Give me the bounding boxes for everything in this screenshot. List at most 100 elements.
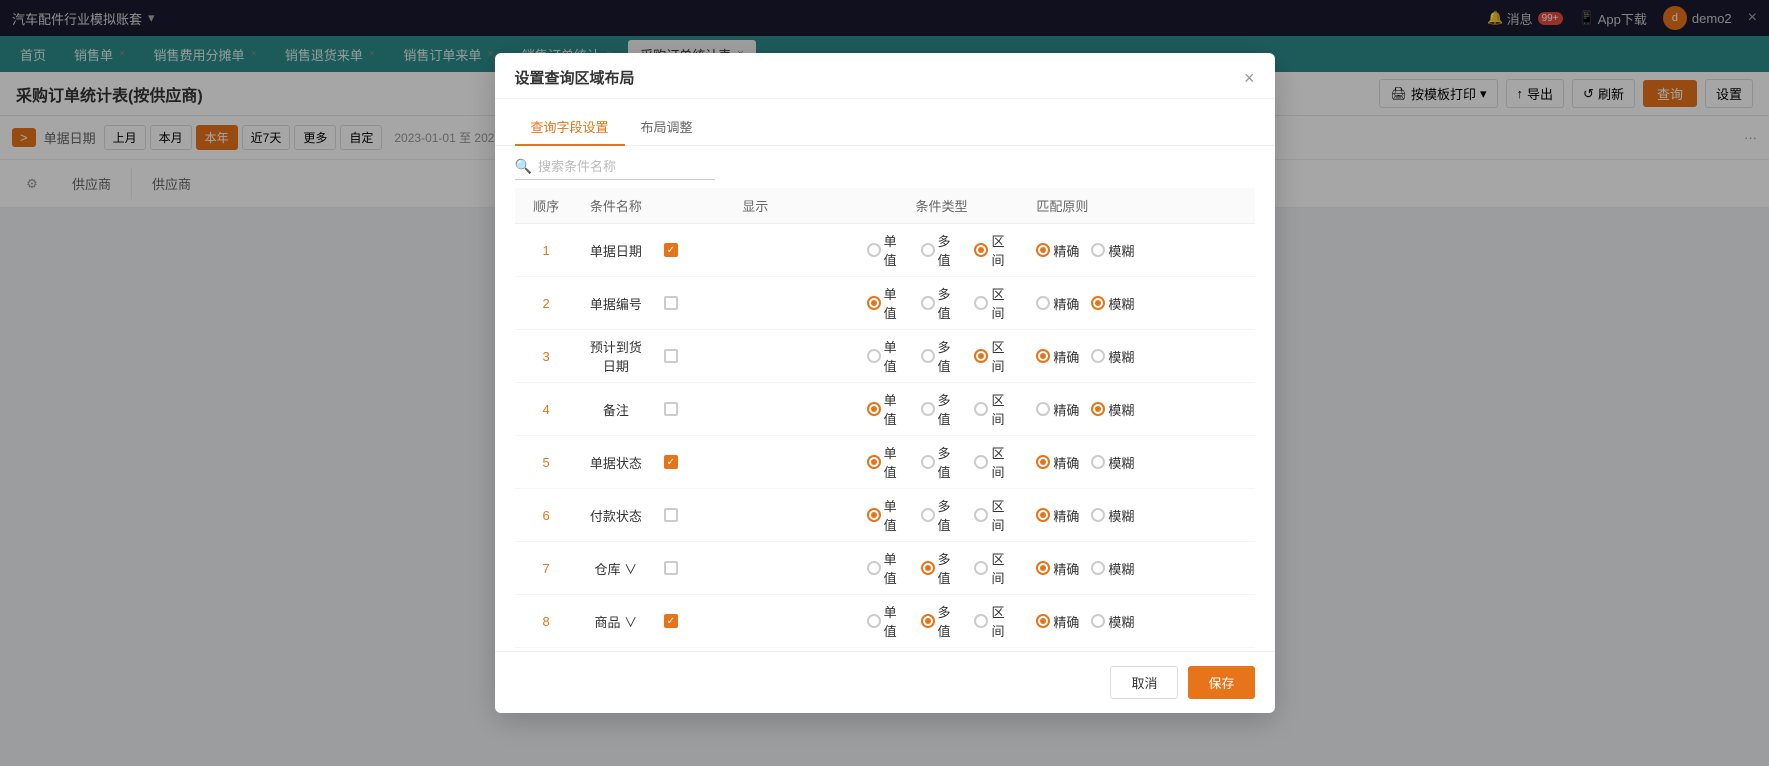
radio-circle bbox=[867, 243, 881, 257]
dialog-footer: 取消 保存 bbox=[495, 651, 1275, 713]
radio-match-0[interactable]: 精确 bbox=[1036, 294, 1079, 313]
radio-circle bbox=[1091, 561, 1105, 575]
row-show-checkbox[interactable]: ✓ bbox=[654, 595, 857, 648]
radio-type-2[interactable]: 区间 bbox=[974, 602, 1016, 640]
dialog-tab-fields[interactable]: 查询字段设置 bbox=[515, 109, 625, 146]
radio-match-0[interactable]: 精确 bbox=[1036, 559, 1079, 578]
radio-circle bbox=[1091, 243, 1105, 257]
row-show-checkbox[interactable] bbox=[654, 277, 857, 330]
row-type-radio[interactable]: 单值多值区间 bbox=[857, 595, 1027, 648]
col-show: 显示 bbox=[654, 188, 857, 224]
radio-type-0[interactable]: 单值 bbox=[867, 549, 909, 587]
radio-match-1[interactable]: 模糊 bbox=[1091, 559, 1134, 578]
row-match-radio[interactable]: 精确模糊 bbox=[1026, 224, 1254, 277]
radio-type-2[interactable]: 区间 bbox=[974, 390, 1016, 428]
radio-type-1[interactable]: 多值 bbox=[921, 390, 963, 428]
radio-match-0[interactable]: 精确 bbox=[1036, 612, 1079, 631]
radio-match-1[interactable]: 模糊 bbox=[1091, 241, 1134, 260]
row-match-radio[interactable]: 精确模糊 bbox=[1026, 330, 1254, 383]
radio-circle bbox=[921, 349, 935, 363]
radio-type-1[interactable]: 多值 bbox=[921, 496, 963, 534]
checkbox[interactable] bbox=[664, 508, 678, 522]
row-show-checkbox[interactable]: ✓ bbox=[654, 436, 857, 489]
row-show-checkbox[interactable] bbox=[654, 330, 857, 383]
radio-type-1[interactable]: 多值 bbox=[921, 337, 963, 375]
radio-circle bbox=[1091, 349, 1105, 363]
radio-type-2[interactable]: 区间 bbox=[974, 443, 1016, 481]
checkbox[interactable] bbox=[664, 561, 678, 575]
radio-type-1[interactable]: 多值 bbox=[921, 284, 963, 322]
row-condition-name: 商品 ∨ bbox=[578, 595, 654, 648]
radio-match-0[interactable]: 精确 bbox=[1036, 506, 1079, 525]
row-type-radio[interactable]: 单值多值区间 bbox=[857, 224, 1027, 277]
row-show-checkbox[interactable] bbox=[654, 383, 857, 436]
save-button[interactable]: 保存 bbox=[1188, 666, 1254, 699]
checkbox[interactable] bbox=[664, 402, 678, 416]
radio-circle bbox=[921, 508, 935, 522]
radio-circle bbox=[921, 455, 935, 469]
search-input[interactable] bbox=[538, 159, 698, 174]
radio-match-0[interactable]: 精确 bbox=[1036, 347, 1079, 366]
dialog-close-button[interactable]: × bbox=[1244, 69, 1255, 87]
row-match-radio[interactable]: 精确模糊 bbox=[1026, 595, 1254, 648]
radio-type-1[interactable]: 多值 bbox=[921, 549, 963, 587]
cancel-button[interactable]: 取消 bbox=[1110, 666, 1178, 699]
radio-type-1[interactable]: 多值 bbox=[921, 443, 963, 481]
radio-type-0[interactable]: 单值 bbox=[867, 231, 909, 269]
row-type-radio[interactable]: 单值多值区间 bbox=[857, 383, 1027, 436]
row-order: 3 bbox=[515, 330, 578, 383]
checkbox[interactable] bbox=[664, 349, 678, 363]
row-type-radio[interactable]: 单值多值区间 bbox=[857, 489, 1027, 542]
radio-match-0[interactable]: 精确 bbox=[1036, 400, 1079, 419]
radio-type-2[interactable]: 区间 bbox=[974, 231, 1016, 269]
row-match-radio[interactable]: 精确模糊 bbox=[1026, 542, 1254, 595]
radio-match-1[interactable]: 模糊 bbox=[1091, 612, 1134, 631]
radio-type-0[interactable]: 单值 bbox=[867, 390, 909, 428]
radio-circle bbox=[1091, 296, 1105, 310]
row-type-radio[interactable]: 单值多值区间 bbox=[857, 436, 1027, 489]
radio-circle bbox=[867, 455, 881, 469]
radio-circle bbox=[867, 402, 881, 416]
radio-match-1[interactable]: 模糊 bbox=[1091, 294, 1134, 313]
checkbox[interactable]: ✓ bbox=[664, 455, 678, 469]
checkbox[interactable]: ✓ bbox=[664, 614, 678, 628]
row-match-radio[interactable]: 精确模糊 bbox=[1026, 436, 1254, 489]
radio-type-2[interactable]: 区间 bbox=[974, 337, 1016, 375]
radio-circle bbox=[921, 561, 935, 575]
radio-type-0[interactable]: 单值 bbox=[867, 284, 909, 322]
row-show-checkbox[interactable] bbox=[654, 489, 857, 542]
radio-type-1[interactable]: 多值 bbox=[921, 602, 963, 640]
row-order: 2 bbox=[515, 277, 578, 330]
radio-match-1[interactable]: 模糊 bbox=[1091, 453, 1134, 472]
radio-type-1[interactable]: 多值 bbox=[921, 231, 963, 269]
checkbox[interactable]: ✓ bbox=[664, 243, 678, 257]
dialog-tab-layout[interactable]: 布局调整 bbox=[625, 109, 709, 146]
radio-type-2[interactable]: 区间 bbox=[974, 496, 1016, 534]
radio-match-1[interactable]: 模糊 bbox=[1091, 347, 1134, 366]
row-type-radio[interactable]: 单值多值区间 bbox=[857, 542, 1027, 595]
radio-match-0[interactable]: 精确 bbox=[1036, 453, 1079, 472]
row-match-radio[interactable]: 精确模糊 bbox=[1026, 277, 1254, 330]
radio-type-2[interactable]: 区间 bbox=[974, 284, 1016, 322]
radio-circle bbox=[921, 402, 935, 416]
radio-type-0[interactable]: 单值 bbox=[867, 496, 909, 534]
conditions-table: 顺序 条件名称 显示 条件类型 匹配原则 1单据日期✓单值多值区间精确模糊2单据… bbox=[515, 188, 1255, 651]
row-type-radio[interactable]: 单值多值区间 bbox=[857, 277, 1027, 330]
dialog-title: 设置查询区域布局 bbox=[515, 67, 635, 88]
row-show-checkbox[interactable]: ✓ bbox=[654, 224, 857, 277]
radio-circle bbox=[867, 508, 881, 522]
radio-type-2[interactable]: 区间 bbox=[974, 549, 1016, 587]
radio-type-0[interactable]: 单值 bbox=[867, 337, 909, 375]
row-match-radio[interactable]: 精确模糊 bbox=[1026, 383, 1254, 436]
col-match: 匹配原则 bbox=[1026, 188, 1254, 224]
row-match-radio[interactable]: 精确模糊 bbox=[1026, 489, 1254, 542]
radio-circle bbox=[867, 349, 881, 363]
row-type-radio[interactable]: 单值多值区间 bbox=[857, 330, 1027, 383]
radio-match-0[interactable]: 精确 bbox=[1036, 241, 1079, 260]
radio-match-1[interactable]: 模糊 bbox=[1091, 400, 1134, 419]
radio-match-1[interactable]: 模糊 bbox=[1091, 506, 1134, 525]
radio-type-0[interactable]: 单值 bbox=[867, 602, 909, 640]
row-show-checkbox[interactable] bbox=[654, 542, 857, 595]
radio-type-0[interactable]: 单值 bbox=[867, 443, 909, 481]
checkbox[interactable] bbox=[664, 296, 678, 310]
